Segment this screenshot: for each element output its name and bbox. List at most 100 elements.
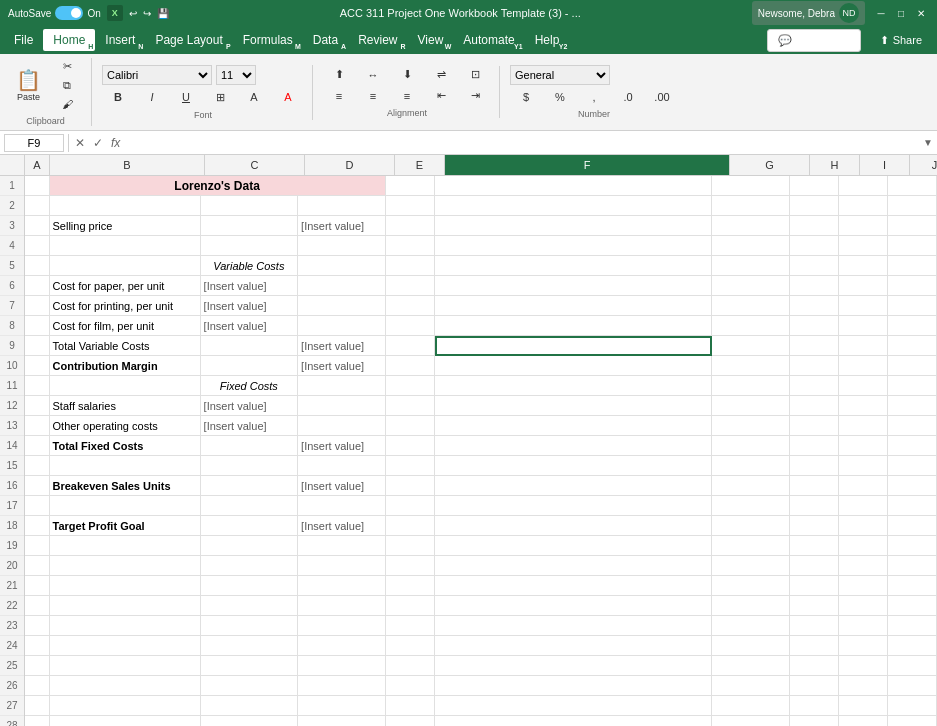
cell-f10[interactable]: [435, 356, 713, 376]
cell-j4[interactable]: [888, 236, 937, 256]
row-num-21[interactable]: 21: [0, 576, 24, 596]
cell-g3[interactable]: [712, 216, 790, 236]
cell-e3[interactable]: [386, 216, 435, 236]
cell-h6[interactable]: [790, 276, 839, 296]
cell-b18[interactable]: Target Profit Goal: [50, 516, 201, 536]
col-header-c[interactable]: C: [205, 155, 305, 175]
cell-f4[interactable]: [435, 236, 713, 256]
cell-g11[interactable]: [712, 376, 790, 396]
cell-e6[interactable]: [386, 276, 435, 296]
cell-d9[interactable]: [Insert value]: [298, 336, 386, 356]
number-format-select[interactable]: General: [510, 65, 610, 85]
decrease-indent-button[interactable]: ⇤: [425, 87, 457, 104]
cell-h12[interactable]: [790, 396, 839, 416]
cell-g4[interactable]: [712, 236, 790, 256]
share-button[interactable]: ⬆ Share: [869, 29, 933, 52]
cell-i13[interactable]: [839, 416, 888, 436]
cell-b10[interactable]: Contribution Margin: [50, 356, 201, 376]
cell-d16[interactable]: [Insert value]: [298, 476, 386, 496]
row-num-20[interactable]: 20: [0, 556, 24, 576]
cell-a6[interactable]: [25, 276, 50, 296]
cell-h15[interactable]: [790, 456, 839, 476]
cell-g10[interactable]: [712, 356, 790, 376]
cell-a16[interactable]: [25, 476, 50, 496]
underline-button[interactable]: U: [170, 89, 202, 105]
row-num-4[interactable]: 4: [0, 236, 24, 256]
row-num-25[interactable]: 25: [0, 656, 24, 676]
cell-i18[interactable]: [839, 516, 888, 536]
minimize-button[interactable]: ─: [873, 5, 889, 21]
cell-j2[interactable]: [888, 196, 937, 216]
cell-e12[interactable]: [386, 396, 435, 416]
cell-i11[interactable]: [839, 376, 888, 396]
cell-d6[interactable]: [298, 276, 386, 296]
cell-f5[interactable]: [435, 256, 713, 276]
cell-g12[interactable]: [712, 396, 790, 416]
cell-c8[interactable]: [Insert value]: [201, 316, 299, 336]
cell-g5[interactable]: [712, 256, 790, 276]
cell-b13[interactable]: Other operating costs: [50, 416, 201, 436]
cell-a15[interactable]: [25, 456, 50, 476]
cell-b3[interactable]: Selling price: [50, 216, 201, 236]
menu-data[interactable]: DataA: [303, 29, 348, 51]
cell-j3[interactable]: [888, 216, 937, 236]
cell-a10[interactable]: [25, 356, 50, 376]
cell-h11[interactable]: [790, 376, 839, 396]
cell-d10[interactable]: [Insert value]: [298, 356, 386, 376]
col-header-h[interactable]: H: [810, 155, 860, 175]
cell-a13[interactable]: [25, 416, 50, 436]
row-num-27[interactable]: 27: [0, 696, 24, 716]
cell-e18[interactable]: [386, 516, 435, 536]
cell-a1[interactable]: [25, 176, 50, 196]
cell-c10[interactable]: [201, 356, 299, 376]
increase-indent-button[interactable]: ⇥: [459, 87, 491, 104]
row-num-26[interactable]: 26: [0, 676, 24, 696]
cell-c16[interactable]: [201, 476, 299, 496]
cell-f8[interactable]: [435, 316, 713, 336]
row-num-9[interactable]: 9: [0, 336, 24, 356]
cell-g15[interactable]: [712, 456, 790, 476]
cell-h2[interactable]: [790, 196, 839, 216]
cell-c13[interactable]: [Insert value]: [201, 416, 299, 436]
close-button[interactable]: ✕: [913, 5, 929, 21]
row-num-16[interactable]: 16: [0, 476, 24, 496]
menu-page-layout[interactable]: Page LayoutP: [145, 29, 232, 51]
row-num-6[interactable]: 6: [0, 276, 24, 296]
cell-j12[interactable]: [888, 396, 937, 416]
cell-g9[interactable]: [712, 336, 790, 356]
cell-d17[interactable]: [298, 496, 386, 516]
cell-h7[interactable]: [790, 296, 839, 316]
cell-j6[interactable]: [888, 276, 937, 296]
cell-d7[interactable]: [298, 296, 386, 316]
cell-c9[interactable]: [201, 336, 299, 356]
insert-function-icon[interactable]: fx: [109, 134, 122, 152]
cell-b11[interactable]: [50, 376, 201, 396]
cell-j9[interactable]: [888, 336, 937, 356]
cell-i5[interactable]: [839, 256, 888, 276]
col-header-i[interactable]: I: [860, 155, 910, 175]
cell-b15[interactable]: [50, 456, 201, 476]
cell-g7[interactable]: [712, 296, 790, 316]
col-header-j[interactable]: J: [910, 155, 937, 175]
cell-d5[interactable]: [298, 256, 386, 276]
cell-e10[interactable]: [386, 356, 435, 376]
cell-b7[interactable]: Cost for printing, per unit: [50, 296, 201, 316]
cell-g13[interactable]: [712, 416, 790, 436]
cell-h9[interactable]: [790, 336, 839, 356]
cell-j17[interactable]: [888, 496, 937, 516]
menu-view[interactable]: ViewW: [408, 29, 454, 51]
cell-j11[interactable]: [888, 376, 937, 396]
confirm-formula-icon[interactable]: ✓: [91, 134, 105, 152]
row-num-14[interactable]: 14: [0, 436, 24, 456]
menu-automate[interactable]: AutomateY1: [453, 29, 524, 51]
cell-h1[interactable]: [790, 176, 839, 196]
cell-b6[interactable]: Cost for paper, per unit: [50, 276, 201, 296]
cell-i17[interactable]: [839, 496, 888, 516]
cell-j18[interactable]: [888, 516, 937, 536]
cell-a8[interactable]: [25, 316, 50, 336]
cell-j8[interactable]: [888, 316, 937, 336]
cell-i1[interactable]: [839, 176, 888, 196]
cell-d2[interactable]: [298, 196, 386, 216]
cell-h4[interactable]: [790, 236, 839, 256]
row-num-28[interactable]: 28: [0, 716, 24, 726]
